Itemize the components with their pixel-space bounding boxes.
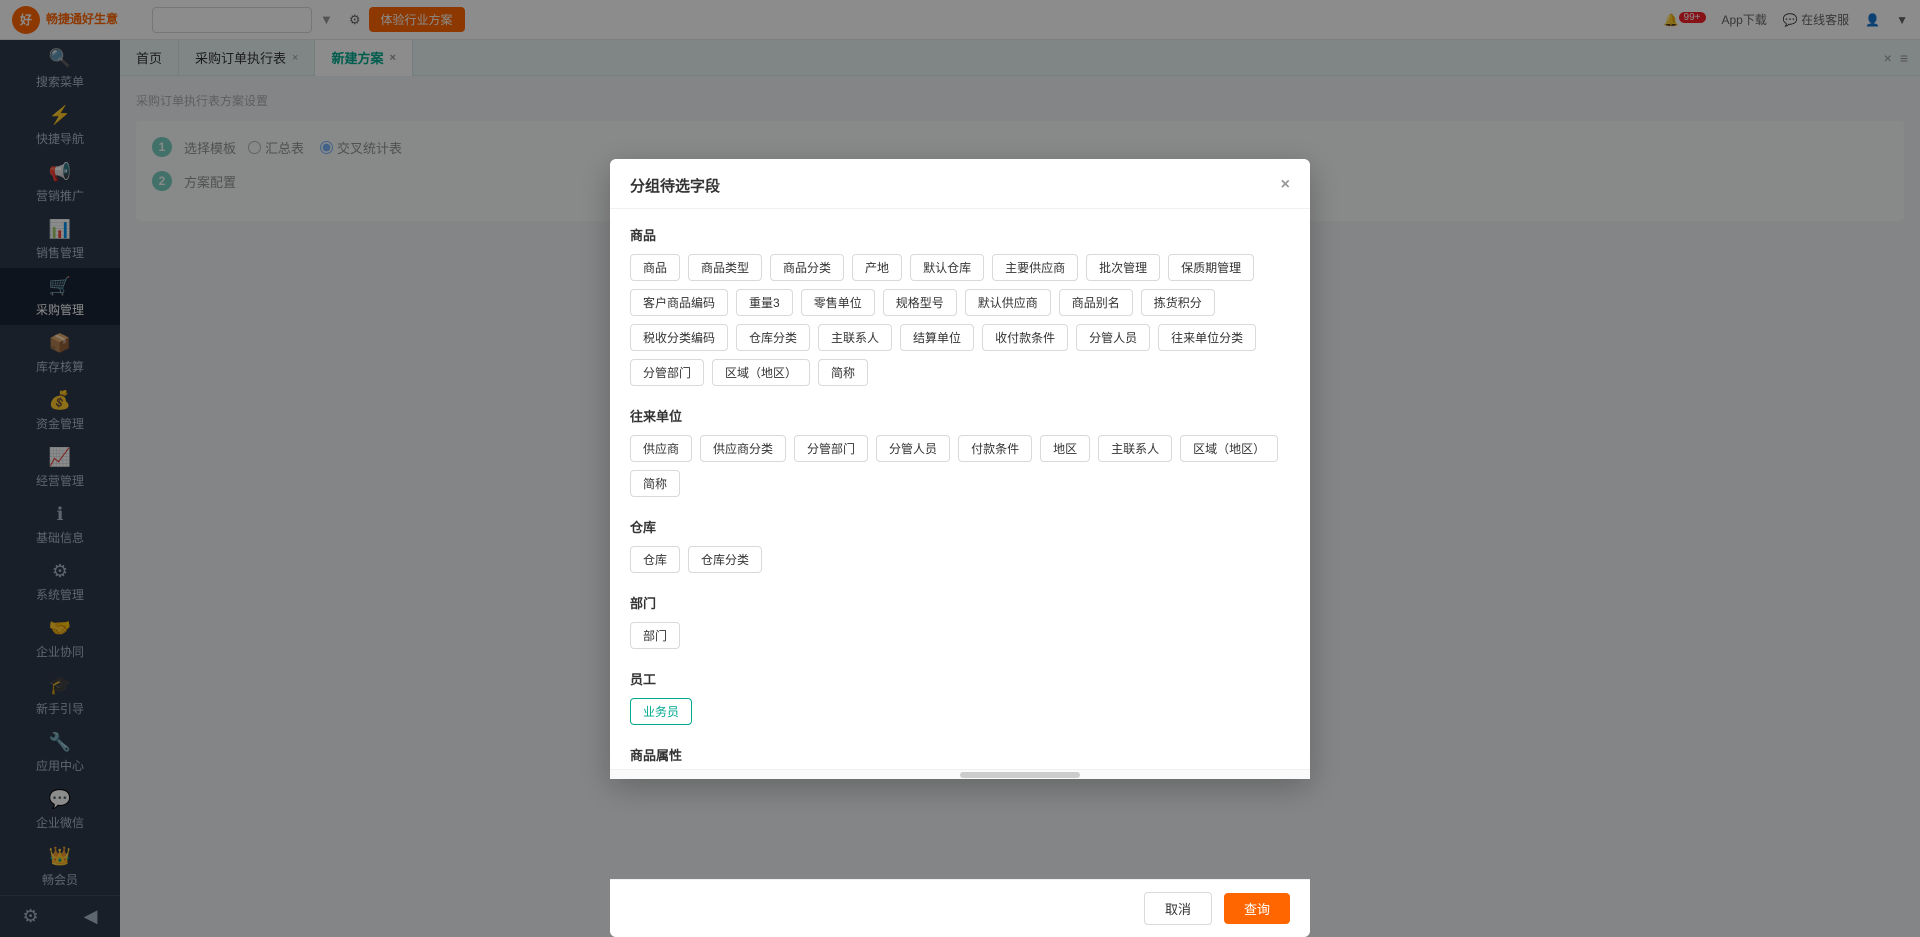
tag-supplier[interactable]: 供应商 [630,435,692,462]
tag-default-warehouse[interactable]: 默认仓库 [910,254,984,281]
tag-customer-product-code[interactable]: 客户商品编码 [630,289,728,316]
tag-partner-abbr[interactable]: 简称 [630,470,680,497]
confirm-button[interactable]: 查询 [1224,893,1290,924]
modal-footer: 取消 查询 [610,879,1310,937]
tag-warehouse-cat[interactable]: 仓库分类 [688,546,762,573]
tag-settlement-unit[interactable]: 结算单位 [900,324,974,351]
tag-department[interactable]: 部门 [630,622,680,649]
tag-supplier-category[interactable]: 供应商分类 [700,435,786,462]
tag-warehouse-category[interactable]: 仓库分类 [736,324,810,351]
tag-main-contact[interactable]: 主联系人 [818,324,892,351]
section-employee-title: 员工 [630,669,1290,688]
tag-region[interactable]: 区域（地区） [712,359,810,386]
product-tags: 商品 商品类型 商品分类 产地 默认仓库 主要供应商 批次管理 保质期管理 客户… [630,254,1290,386]
tag-product-type[interactable]: 商品类型 [688,254,762,281]
section-warehouse-title: 仓库 [630,517,1290,536]
tag-product-category[interactable]: 商品分类 [770,254,844,281]
section-department: 部门 部门 [630,593,1290,649]
tag-partner-category[interactable]: 往来单位分类 [1158,324,1256,351]
modal-body[interactable]: 商品 商品 商品类型 商品分类 产地 默认仓库 主要供应商 批次管理 保质期管理… [610,209,1310,769]
tag-partner-region[interactable]: 地区 [1040,435,1090,462]
tag-retail-unit[interactable]: 零售单位 [801,289,875,316]
modal-overlay: 分组待选字段 × 商品 商品 商品类型 商品分类 产地 默认仓库 主要供应商 批… [0,0,1920,937]
section-employee: 员工 业务员 [630,669,1290,725]
warehouse-tags: 仓库 仓库分类 [630,546,1290,573]
tag-partner-dept[interactable]: 分管部门 [794,435,868,462]
tag-expiry-mgmt[interactable]: 保质期管理 [1168,254,1254,281]
section-product: 商品 商品 商品类型 商品分类 产地 默认仓库 主要供应商 批次管理 保质期管理… [630,225,1290,386]
tag-spec-model[interactable]: 规格型号 [883,289,957,316]
tag-partner-supervisor[interactable]: 分管人员 [876,435,950,462]
section-partner: 往来单位 供应商 供应商分类 分管部门 分管人员 付款条件 地区 主联系人 区域… [630,406,1290,497]
tag-dept[interactable]: 分管部门 [630,359,704,386]
tag-partner-payment[interactable]: 付款条件 [958,435,1032,462]
tag-payment-terms[interactable]: 收付款条件 [982,324,1068,351]
tag-pick-points[interactable]: 拣货积分 [1141,289,1215,316]
section-product-title: 商品 [630,225,1290,244]
tag-salesperson[interactable]: 业务员 [630,698,692,725]
tag-weight3[interactable]: 重量3 [736,289,793,316]
tag-main-supplier[interactable]: 主要供应商 [992,254,1078,281]
tag-partner-area[interactable]: 区域（地区） [1180,435,1278,462]
tag-default-supplier[interactable]: 默认供应商 [965,289,1051,316]
section-product-attr: 商品属性 属性 颜色 多规格 尺码 鞋码 1 [630,745,1290,769]
tag-batch-mgmt[interactable]: 批次管理 [1086,254,1160,281]
tag-tax-code[interactable]: 税收分类编码 [630,324,728,351]
modal-dialog: 分组待选字段 × 商品 商品 商品类型 商品分类 产地 默认仓库 主要供应商 批… [610,159,1310,779]
cancel-button[interactable]: 取消 [1144,892,1212,925]
hscroll-bar [960,772,1080,778]
section-department-title: 部门 [630,593,1290,612]
tag-supervisor[interactable]: 分管人员 [1076,324,1150,351]
tag-origin[interactable]: 产地 [852,254,902,281]
modal-title: 分组待选字段 [630,175,720,196]
section-partner-title: 往来单位 [630,406,1290,425]
tag-abbr[interactable]: 简称 [818,359,868,386]
tag-partner-contact[interactable]: 主联系人 [1098,435,1172,462]
tag-product-alias[interactable]: 商品别名 [1059,289,1133,316]
partner-tags: 供应商 供应商分类 分管部门 分管人员 付款条件 地区 主联系人 区域（地区） … [630,435,1290,497]
modal-close-btn[interactable]: × [1281,176,1290,194]
tag-product[interactable]: 商品 [630,254,680,281]
tag-warehouse[interactable]: 仓库 [630,546,680,573]
modal-horizontal-scroll[interactable] [610,769,1310,779]
employee-tags: 业务员 [630,698,1290,725]
modal-header: 分组待选字段 × [610,159,1310,209]
section-warehouse: 仓库 仓库 仓库分类 [630,517,1290,573]
department-tags: 部门 [630,622,1290,649]
section-product-attr-title: 商品属性 [630,745,1290,764]
